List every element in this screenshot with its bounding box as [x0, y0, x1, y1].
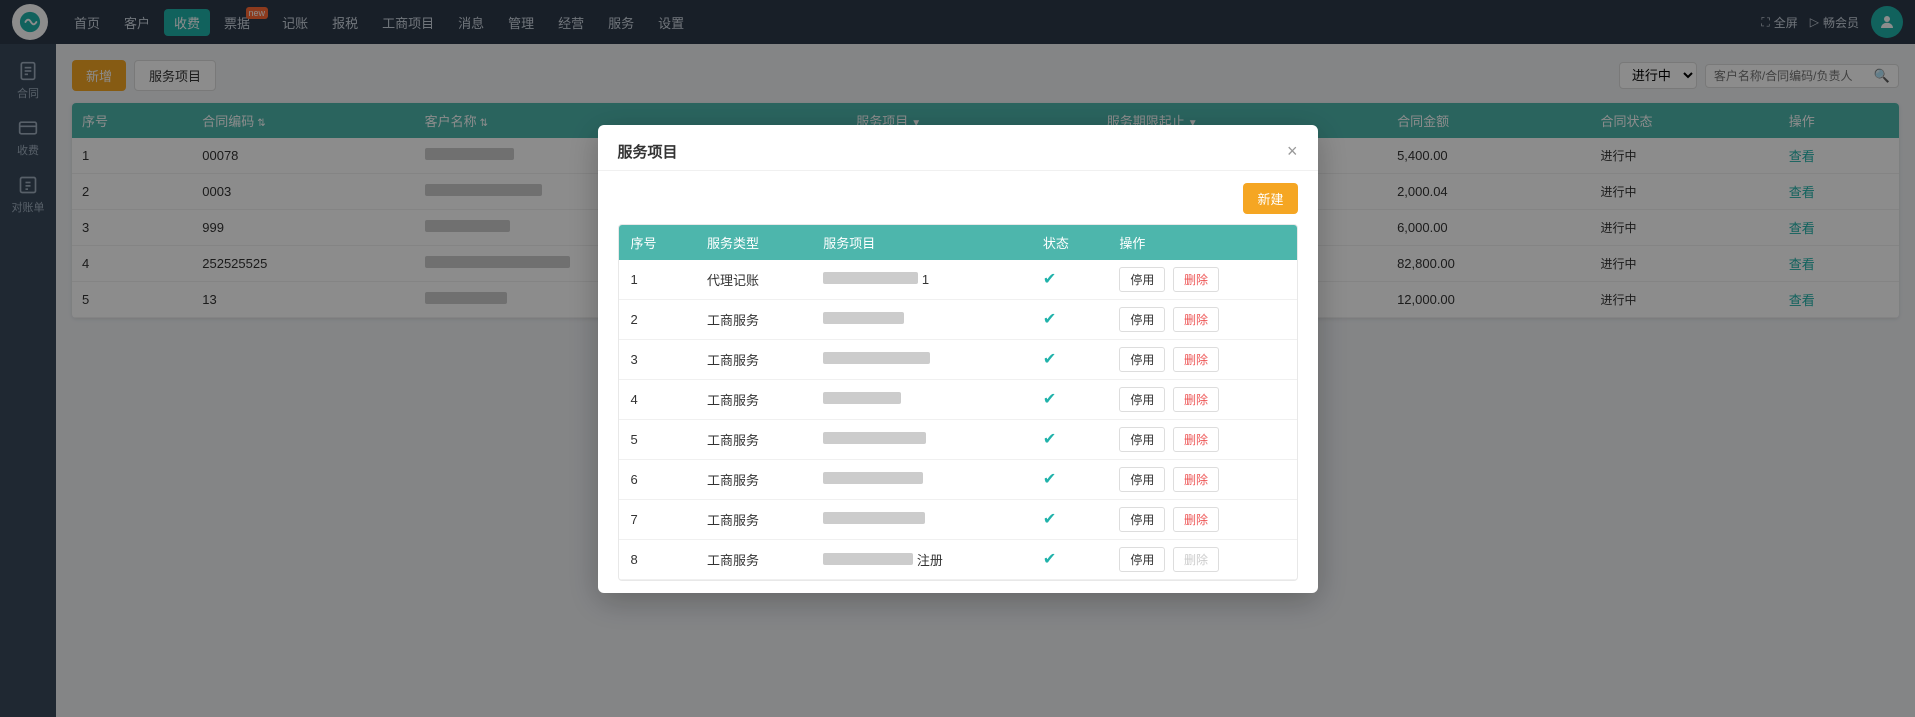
status-check-icon: ✔	[1043, 431, 1056, 448]
modal-cell-seq: 1	[619, 260, 695, 300]
stop-button[interactable]: 停用	[1119, 387, 1165, 412]
modal-cell-action: 停用 删除	[1107, 539, 1296, 579]
stop-button[interactable]: 停用	[1119, 347, 1165, 372]
modal-cell-action: 停用 删除	[1107, 499, 1296, 539]
status-check-icon: ✔	[1043, 391, 1056, 408]
modal-body: 新建 序号 服务类型 服务项目 状态 操作 1 代理记账	[598, 171, 1318, 593]
status-check-icon: ✔	[1043, 551, 1056, 568]
modal-table-row: 5 工商服务 ✔ 停用 删除	[619, 419, 1297, 459]
modal-cell-status: ✔	[1031, 539, 1107, 579]
delete-button[interactable]: 删除	[1173, 467, 1219, 492]
modal-cell-item	[811, 499, 1031, 539]
modal-cell-seq: 3	[619, 339, 695, 379]
modal-cell-status: ✔	[1031, 260, 1107, 300]
modal-cell-item: 1	[811, 260, 1031, 300]
modal-cell-item	[811, 459, 1031, 499]
modal-cell-status: ✔	[1031, 459, 1107, 499]
modal-cell-item	[811, 299, 1031, 339]
modal-col-status: 状态	[1031, 225, 1107, 260]
modal-cell-status: ✔	[1031, 419, 1107, 459]
delete-button[interactable]: 删除	[1173, 307, 1219, 332]
modal-cell-seq: 2	[619, 299, 695, 339]
modal-table-body: 1 代理记账 1 ✔ 停用 删除 2 工商服务 ✔ 停用 删除 3 工商服务 ✔…	[619, 260, 1297, 580]
modal-cell-item	[811, 419, 1031, 459]
modal-cell-status: ✔	[1031, 339, 1107, 379]
modal-cell-action: 停用 删除	[1107, 459, 1296, 499]
modal-cell-seq: 7	[619, 499, 695, 539]
status-check-icon: ✔	[1043, 311, 1056, 328]
stop-button[interactable]: 停用	[1119, 307, 1165, 332]
stop-button[interactable]: 停用	[1119, 467, 1165, 492]
service-items-table: 序号 服务类型 服务项目 状态 操作 1 代理记账 1 ✔ 停用 删除 2	[619, 225, 1297, 580]
modal-col-seq: 序号	[619, 225, 695, 260]
stop-button[interactable]: 停用	[1119, 427, 1165, 452]
modal-cell-type: 工商服务	[695, 419, 811, 459]
modal-cell-action: 停用 删除	[1107, 379, 1296, 419]
modal-cell-action: 停用 删除	[1107, 419, 1296, 459]
modal-cell-item	[811, 339, 1031, 379]
status-check-icon: ✔	[1043, 511, 1056, 528]
delete-button[interactable]: 删除	[1173, 507, 1219, 532]
modal-cell-seq: 6	[619, 459, 695, 499]
modal-col-type: 服务类型	[695, 225, 811, 260]
modal-cell-seq: 4	[619, 379, 695, 419]
modal-toolbar: 新建	[618, 183, 1298, 214]
modal-cell-type: 工商服务	[695, 299, 811, 339]
modal-header-row: 序号 服务类型 服务项目 状态 操作	[619, 225, 1297, 260]
modal-cell-item: 注册	[811, 539, 1031, 579]
modal-cell-action: 停用 删除	[1107, 299, 1296, 339]
service-modal: 服务项目 × 新建 序号 服务类型 服务项目 状态 操作	[598, 125, 1318, 593]
modal-cell-action: 停用 删除	[1107, 339, 1296, 379]
modal-new-button[interactable]: 新建	[1243, 183, 1297, 214]
modal-cell-type: 工商服务	[695, 459, 811, 499]
modal-title: 服务项目	[618, 141, 678, 162]
modal-cell-status: ✔	[1031, 499, 1107, 539]
modal-cell-seq: 8	[619, 539, 695, 579]
stop-button[interactable]: 停用	[1119, 507, 1165, 532]
modal-col-action: 操作	[1107, 225, 1296, 260]
modal-table-row: 8 工商服务 注册 ✔ 停用 删除	[619, 539, 1297, 579]
modal-table-row: 7 工商服务 ✔ 停用 删除	[619, 499, 1297, 539]
modal-cell-action: 停用 删除	[1107, 260, 1296, 300]
modal-cell-type: 工商服务	[695, 499, 811, 539]
modal-cell-item	[811, 379, 1031, 419]
modal-table-row: 3 工商服务 ✔ 停用 删除	[619, 339, 1297, 379]
modal-table-row: 4 工商服务 ✔ 停用 删除	[619, 379, 1297, 419]
modal-cell-type: 工商服务	[695, 379, 811, 419]
modal-cell-status: ✔	[1031, 379, 1107, 419]
modal-table-row: 1 代理记账 1 ✔ 停用 删除	[619, 260, 1297, 300]
modal-overlay[interactable]: 服务项目 × 新建 序号 服务类型 服务项目 状态 操作	[0, 0, 1915, 717]
delete-button[interactable]: 删除	[1173, 427, 1219, 452]
status-check-icon: ✔	[1043, 471, 1056, 488]
stop-button[interactable]: 停用	[1119, 267, 1165, 292]
delete-button[interactable]: 删除	[1173, 267, 1219, 292]
modal-cell-type: 代理记账	[695, 260, 811, 300]
status-check-icon: ✔	[1043, 271, 1056, 288]
modal-table-row: 6 工商服务 ✔ 停用 删除	[619, 459, 1297, 499]
delete-button[interactable]: 删除	[1173, 387, 1219, 412]
status-check-icon: ✔	[1043, 351, 1056, 368]
delete-button[interactable]: 删除	[1173, 347, 1219, 372]
stop-button[interactable]: 停用	[1119, 547, 1165, 572]
modal-col-item: 服务项目	[811, 225, 1031, 260]
delete-button[interactable]: 删除	[1173, 547, 1219, 572]
modal-cell-status: ✔	[1031, 299, 1107, 339]
modal-header: 服务项目 ×	[598, 125, 1318, 171]
modal-cell-type: 工商服务	[695, 539, 811, 579]
modal-close-button[interactable]: ×	[1287, 142, 1298, 160]
modal-table-wrap[interactable]: 序号 服务类型 服务项目 状态 操作 1 代理记账 1 ✔ 停用 删除 2	[618, 224, 1298, 581]
modal-cell-type: 工商服务	[695, 339, 811, 379]
modal-cell-seq: 5	[619, 419, 695, 459]
modal-table-row: 2 工商服务 ✔ 停用 删除	[619, 299, 1297, 339]
